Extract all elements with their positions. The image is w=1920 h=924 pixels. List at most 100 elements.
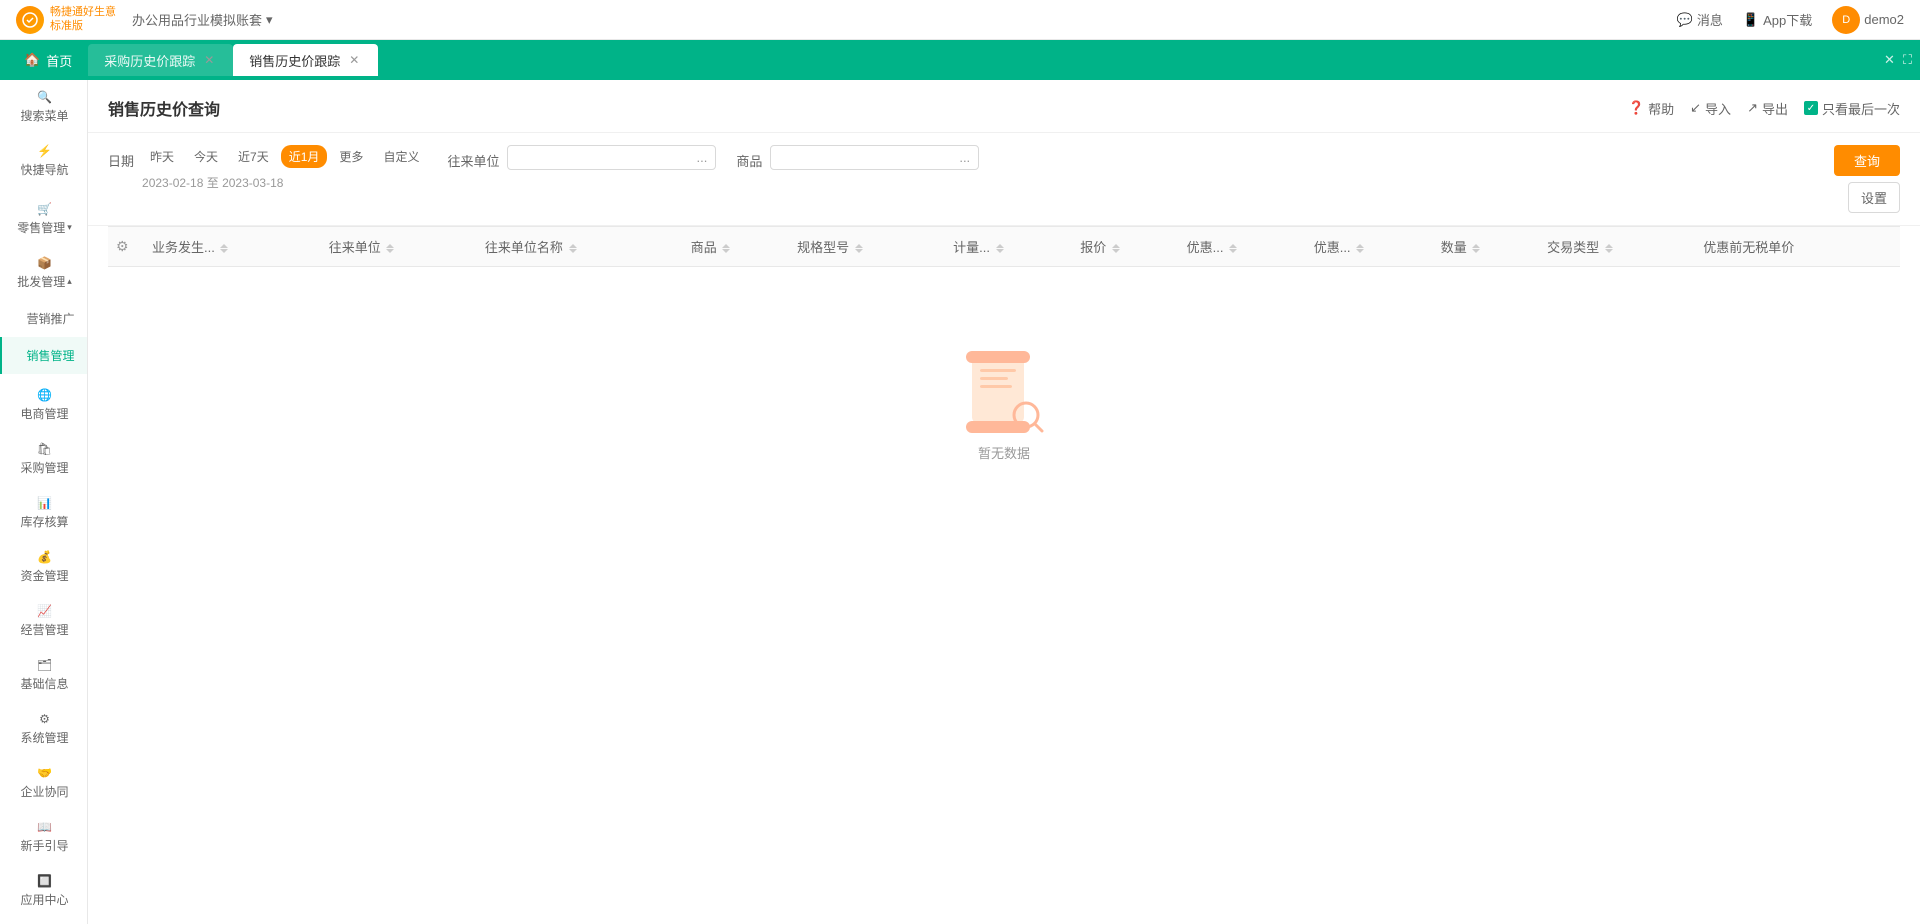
sort-icons-quantity (1472, 244, 1480, 253)
gear-icon[interactable]: ⚙ (116, 238, 129, 254)
date-btn-7days[interactable]: 近7天 (230, 145, 277, 168)
table-header-discount2[interactable]: 优惠... (1306, 227, 1433, 267)
empty-state: 暂无数据 (108, 267, 1900, 542)
table-header-discount1[interactable]: 优惠... (1179, 227, 1306, 267)
tab-close-all-icon[interactable]: ✕ (1884, 52, 1895, 68)
user-menu[interactable]: D demo2 (1832, 6, 1904, 34)
tab-fullscreen-icon[interactable]: ⛶ (1903, 52, 1912, 68)
system-icon: ⚙ (39, 712, 50, 726)
sort-up-icon (1356, 244, 1364, 248)
sort-icons-customer-code (386, 244, 394, 253)
date-btn-custom[interactable]: 自定义 (375, 145, 427, 168)
import-button[interactable]: ↙ 导入 (1690, 99, 1731, 118)
product-input-dots[interactable]: ... (959, 150, 970, 165)
ecommerce-icon: 🌐 (37, 388, 52, 402)
query-button[interactable]: 查询 (1834, 145, 1900, 176)
top-bar-left: 畅捷通好生意 标准版 办公用品行业模拟账套 ▾ (16, 6, 281, 34)
date-buttons: 昨天 今天 近7天 近1月 更多 自定义 (142, 145, 427, 168)
date-filter-group: 日期 昨天 今天 近7天 近1月 更多 自定义 2023-02-18 至 202… (108, 145, 427, 191)
sort-down-icon (386, 249, 394, 253)
download-button[interactable]: 📱 App下载 (1743, 10, 1812, 29)
table-header-row: ⚙ 业务发生... 往来单位 (108, 227, 1900, 267)
sort-up-icon (1112, 244, 1120, 248)
help-button[interactable]: ❓ 帮助 (1628, 99, 1674, 118)
basic-icon: 🗂 (37, 658, 52, 672)
message-icon: 💬 (1677, 12, 1693, 28)
customer-input-dots[interactable]: ... (696, 150, 707, 165)
appstore-icon: 🔲 (37, 874, 52, 888)
table-header-spec[interactable]: 规格型号 (789, 227, 945, 267)
date-btn-1month[interactable]: 近1月 (281, 145, 328, 168)
logo-text: 畅捷通好生意 标准版 (50, 6, 116, 32)
settings-button[interactable]: 设置 (1848, 182, 1900, 213)
date-btn-more[interactable]: 更多 (331, 145, 371, 168)
only-last-checkbox-label[interactable]: ✓ 只看最后一次 (1804, 99, 1900, 118)
sidebar-item-operation[interactable]: 📈 经营管理 (0, 594, 87, 648)
sort-down-icon (996, 249, 1004, 253)
sidebar-item-inventory[interactable]: 📊 库存核算 (0, 486, 87, 540)
sort-up-icon (386, 244, 394, 248)
sidebar-item-finance[interactable]: 💰 资金管理 (0, 540, 87, 594)
sidebar-item-wholesale[interactable]: 📦 批发管理 ▴ (0, 246, 87, 300)
table-header-unit[interactable]: 计量... (945, 227, 1072, 267)
sort-down-icon (1605, 249, 1613, 253)
customer-filter-group: 往来单位 ... (447, 145, 716, 170)
sidebar-item-enterprise[interactable]: 🤝 企业协同 (0, 756, 87, 810)
product-filter-input[interactable]: ... (770, 145, 979, 170)
sidebar-item-search[interactable]: 🔍 搜索菜单 (0, 80, 87, 134)
tab-sales-close-icon[interactable]: ✕ (346, 52, 362, 68)
sort-down-icon (220, 249, 228, 253)
only-last-checkbox[interactable]: ✓ (1804, 101, 1818, 115)
wholesale-icon: 📦 (37, 256, 52, 270)
sidebar-item-wechat[interactable]: 💬 企业微信 (0, 918, 87, 924)
date-btn-yesterday[interactable]: 昨天 (142, 145, 182, 168)
tab-sales-history[interactable]: 销售历史价跟踪 ✕ (233, 44, 378, 76)
logo-area: 畅捷通好生意 标准版 (16, 6, 116, 34)
table-header-quote[interactable]: 报价 (1072, 227, 1178, 267)
date-options: 昨天 今天 近7天 近1月 更多 自定义 2023-02-18 至 2023-0… (142, 145, 427, 191)
sort-up-icon (1229, 244, 1237, 248)
table-header-trade-type[interactable]: 交易类型 (1539, 227, 1695, 267)
sort-down-icon (855, 249, 863, 253)
tab-purchase-history[interactable]: 采购历史价跟踪 ✕ (88, 44, 233, 76)
sort-icons-quote (1112, 244, 1120, 253)
sidebar-item-marketing[interactable]: 营销推广 (0, 300, 87, 337)
tab-home[interactable]: 🏠 首页 (8, 44, 88, 76)
logo-icon (16, 6, 44, 34)
sidebar-item-ecommerce[interactable]: 🌐 电商管理 (0, 378, 87, 432)
sidebar-item-sales[interactable]: 销售管理 (0, 337, 87, 374)
sidebar-item-retail[interactable]: 🛒 零售管理 ▾ (0, 192, 87, 246)
product-input[interactable] (779, 150, 955, 165)
table-header-quantity[interactable]: 数量 (1433, 227, 1539, 267)
sidebar-item-appstore[interactable]: 🔲 应用中心 (0, 864, 87, 918)
customer-input[interactable] (516, 150, 692, 165)
tab-purchase-close-icon[interactable]: ✕ (201, 52, 217, 68)
avatar: D (1832, 6, 1860, 34)
sidebar-item-purchase[interactable]: 🛍 采购管理 (0, 432, 87, 486)
finance-icon: 💰 (37, 550, 52, 564)
table-header-customer-code[interactable]: 往来单位 (321, 227, 477, 267)
sidebar-item-guide[interactable]: 📖 新手引导 (0, 810, 87, 864)
date-btn-today[interactable]: 今天 (186, 145, 226, 168)
sidebar-item-shortcuts[interactable]: ⚡ 快捷导航 (0, 134, 87, 188)
table-header-pre-tax[interactable]: 优惠前无税单价 (1695, 227, 1900, 267)
message-button[interactable]: 💬 消息 (1677, 10, 1723, 29)
sort-up-icon (569, 244, 577, 248)
export-button[interactable]: ↗ 导出 (1747, 99, 1788, 118)
page-container: 销售历史价查询 ❓ 帮助 ↙ 导入 ↗ 导出 ✓ (88, 80, 1920, 924)
sort-down-icon (1356, 249, 1364, 253)
home-icon: 🏠 (24, 52, 40, 68)
data-table: ⚙ 业务发生... 往来单位 (108, 226, 1900, 267)
operation-icon: 📈 (37, 604, 52, 618)
main-layout: 🔍 搜索菜单 ⚡ 快捷导航 🛒 零售管理 ▾ 📦 批发管理 ▴ 营销推广 销售管 (0, 80, 1920, 924)
sort-icons-discount1 (1229, 244, 1237, 253)
sidebar-item-basic[interactable]: 🗂 基础信息 (0, 648, 87, 702)
sidebar-item-system[interactable]: ⚙ 系统管理 (0, 702, 87, 756)
app-selector[interactable]: 办公用品行业模拟账套 ▾ (124, 6, 281, 33)
page-title: 销售历史价查询 (108, 96, 220, 120)
table-header-customer-name[interactable]: 往来单位名称 (477, 227, 683, 267)
customer-filter-input[interactable]: ... (507, 145, 716, 170)
table-header-product[interactable]: 商品 (683, 227, 789, 267)
table-header-biz-date[interactable]: 业务发生... (144, 227, 321, 267)
guide-icon: 📖 (37, 820, 52, 834)
